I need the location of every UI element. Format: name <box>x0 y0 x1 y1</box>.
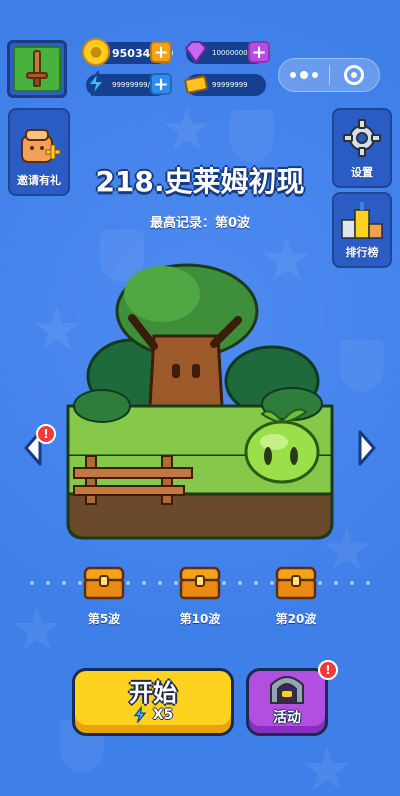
more-options-button[interactable] <box>279 71 329 79</box>
notification-badge: ! <box>36 424 56 444</box>
next-level-button[interactable] <box>354 428 380 468</box>
player-avatar[interactable] <box>7 40 67 98</box>
start-label: 开始 <box>129 678 177 707</box>
close-miniprogram-button[interactable] <box>330 65 380 85</box>
event-label: 活动 <box>273 710 301 726</box>
reward-label-10: 第10波 <box>179 612 221 626</box>
gems-counter: 100000000 + <box>184 41 270 64</box>
treasure-chest-icon <box>179 566 221 600</box>
reward-label-20: 第20波 <box>275 612 317 626</box>
event-button[interactable]: 活动 <box>246 668 328 736</box>
tickets-counter: 99999999 <box>184 74 266 96</box>
reward-chest-5[interactable] <box>82 562 126 602</box>
add-gems-button[interactable]: + <box>248 41 270 63</box>
add-energy-button[interactable]: + <box>150 73 172 95</box>
castle-gate-icon <box>270 676 304 704</box>
gear-icon <box>343 119 381 157</box>
energy-counter: 99999999/30 + <box>85 71 172 97</box>
start-cost: X5 <box>133 706 174 724</box>
reward-chest-10[interactable] <box>178 562 222 602</box>
bg-shield-icon <box>230 110 274 162</box>
leaderboard-label: 排行榜 <box>345 246 379 259</box>
bg-shield-icon <box>340 340 384 392</box>
lightning-icon <box>133 706 147 724</box>
lightning-icon <box>82 70 110 98</box>
add-coins-button[interactable]: + <box>150 41 172 63</box>
close-circle-icon <box>344 65 365 85</box>
avatar-frame <box>13 46 61 92</box>
level-island-illustration[interactable] <box>62 256 338 542</box>
miniprogram-capsule <box>278 58 380 92</box>
bg-star-icon: ★ <box>300 735 354 796</box>
sword-icon <box>26 50 48 87</box>
best-record: 最高记录：第0波 <box>149 216 251 231</box>
treasure-chest-icon <box>83 566 125 600</box>
reward-chest-20[interactable] <box>274 562 318 602</box>
coins-counter: ● 95034650 + <box>82 38 173 66</box>
reward-label-5: 第5波 <box>87 612 121 626</box>
coin-icon: ● <box>82 38 110 66</box>
start-button[interactable]: 开始 X5 <box>72 668 234 736</box>
start-cost-value: X5 <box>152 707 174 724</box>
gem-icon <box>182 38 210 66</box>
wave-rewards: 第5波 第10波 第20波 <box>0 562 400 632</box>
event-notification-badge: ! <box>318 660 338 680</box>
treasure-chest-icon <box>275 566 317 600</box>
ticket-icon <box>182 70 210 98</box>
chevron-right-icon <box>358 430 376 466</box>
bg-star-icon: ★ <box>160 95 214 165</box>
level-title: 218.史莱姆初现 <box>95 165 305 198</box>
